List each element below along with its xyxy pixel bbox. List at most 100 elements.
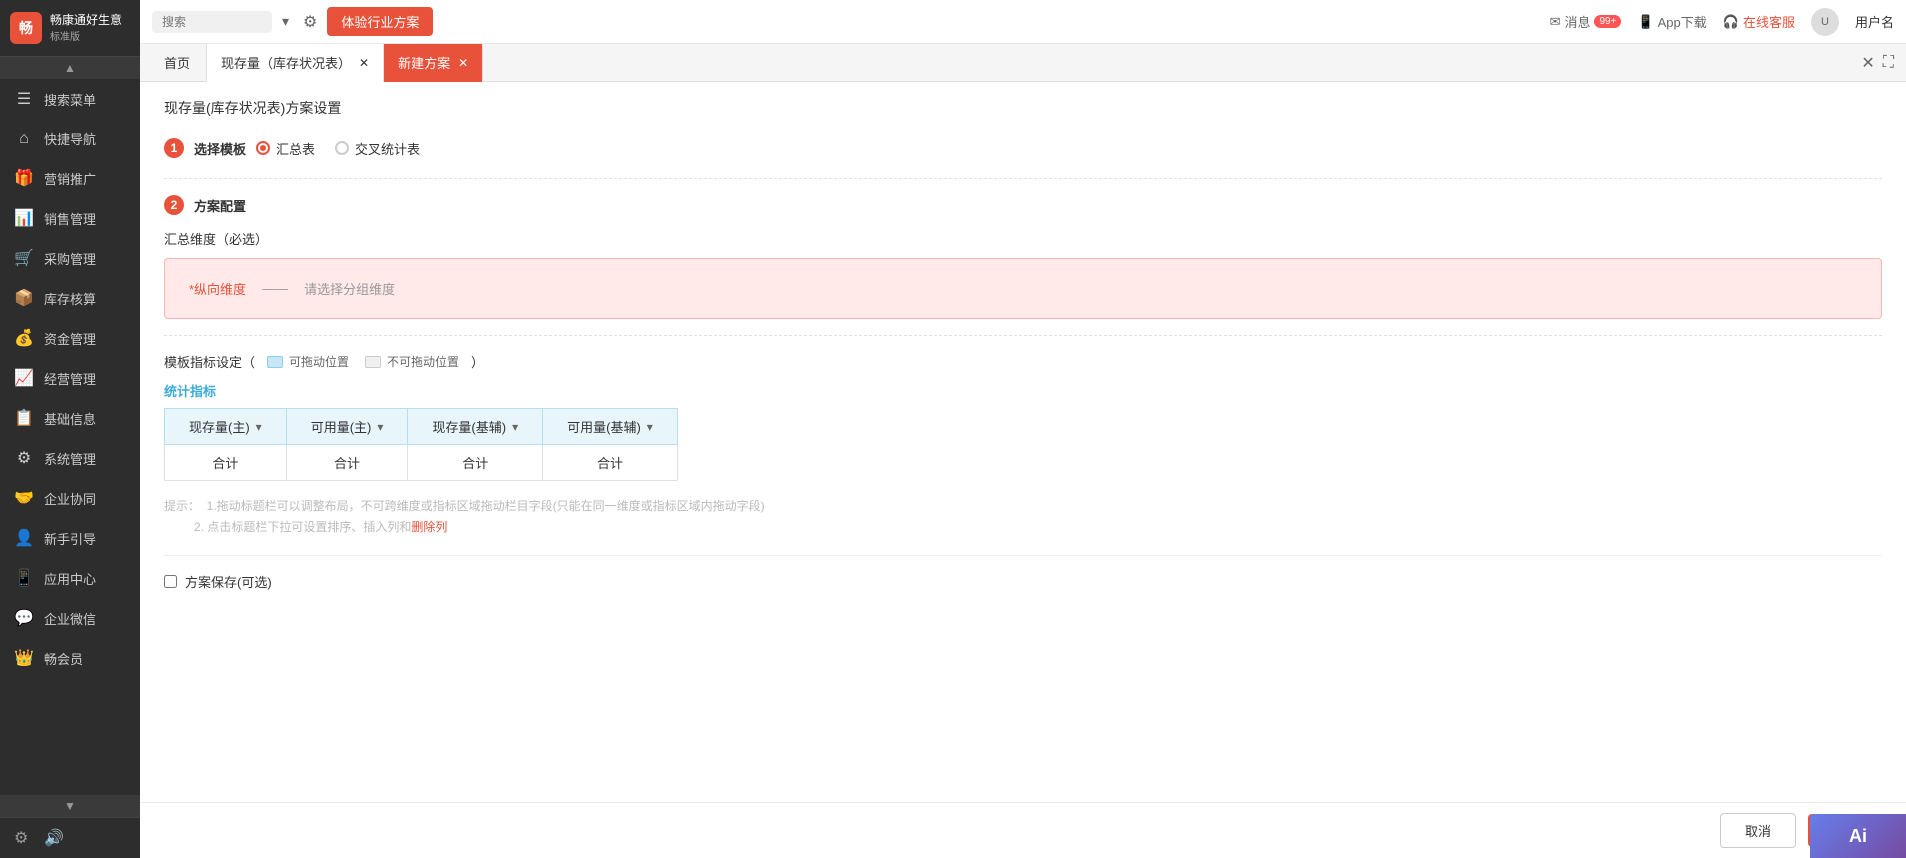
sidebar-scroll-up[interactable]: ▲ <box>0 57 140 79</box>
chevron-1[interactable]: ▾ <box>377 420 383 434</box>
sidebar-logo: 畅 畅康通好生意 标准版 <box>0 0 140 57</box>
sidebar-item-marketing[interactable]: 🎁 营销推广 <box>0 158 140 198</box>
cart-icon: 🛒 <box>14 248 34 268</box>
tab-home[interactable]: 首页 <box>148 44 207 82</box>
tab-expand-button[interactable]: ⛶ <box>1883 54 1894 72</box>
sidebar-scroll-down[interactable]: ▼ <box>0 795 140 817</box>
money-icon: 💰 <box>14 328 34 348</box>
step2-number: 2 <box>164 195 184 215</box>
legend-fixed: 不可拖动位置 <box>365 353 459 370</box>
step1-number: 1 <box>164 138 184 158</box>
avatar-placeholder: U <box>1821 16 1829 28</box>
col-header-2: 现存量(基辅) ▾ <box>408 409 543 445</box>
user-icon: 👤 <box>14 528 34 548</box>
save-checkbox[interactable] <box>164 575 177 588</box>
sidebar-item-corp-coop[interactable]: 🤝 企业协同 <box>0 478 140 518</box>
stats-table-row: 合计 合计 合计 合计 <box>165 445 678 481</box>
tab-close-inventory[interactable]: ✕ <box>359 56 369 70</box>
sidebar: 畅 畅康通好生意 标准版 ▲ ☰ 搜索菜单 ⌂ 快捷导航 🎁 营销推广 📊 销售… <box>0 0 140 858</box>
main-area: ▾ ⚙ 体验行业方案 ✉ 消息 99+ 📱 App下载 🎧 在线客服 U 用户名 <box>140 0 1906 858</box>
radio-circle-summary <box>256 141 270 155</box>
sidebar-item-label: 库存核算 <box>44 289 96 308</box>
ai-fab-button[interactable]: Ai <box>1810 814 1906 858</box>
app-download-button[interactable]: 📱 App下载 <box>1637 12 1706 31</box>
step1-header: 1 选择模板 汇总表 交叉统计表 <box>164 138 1882 158</box>
app-name: 畅康通好生意 <box>50 13 122 29</box>
chart-icon: 📊 <box>14 208 34 228</box>
dimension-label: 汇总维度（必选） <box>164 229 1882 248</box>
col-header-1: 可用量(主) ▾ <box>286 409 408 445</box>
step1-title: 选择模板 <box>194 139 246 158</box>
handshake-icon: 🤝 <box>14 488 34 508</box>
tip-2: 2. 点击标题栏下拉可设置排序、插入列和删除列 <box>164 518 1882 535</box>
sidebar-item-quick-nav[interactable]: ⌂ 快捷导航 <box>0 119 140 158</box>
vertical-dim-label: *纵向维度 <box>189 279 246 298</box>
search-input[interactable] <box>152 11 272 33</box>
settings-icon[interactable]: ⚙ <box>14 828 28 848</box>
sidebar-item-corp-wechat[interactable]: 💬 企业微信 <box>0 598 140 638</box>
stats-cell-3: 合计 <box>543 445 678 481</box>
sidebar-item-label: 基础信息 <box>44 409 96 428</box>
sidebar-item-basic-info[interactable]: 📋 基础信息 <box>0 398 140 438</box>
sidebar-item-label: 快捷导航 <box>44 129 96 148</box>
sidebar-item-label: 系统管理 <box>44 449 96 468</box>
radio-cross[interactable]: 交叉统计表 <box>335 139 420 158</box>
tab-new-scheme[interactable]: 新建方案 ✕ <box>384 44 483 82</box>
stats-cell-0: 合计 <box>165 445 287 481</box>
sound-icon[interactable]: 🔊 <box>44 828 64 848</box>
message-icon: ✉ <box>1550 14 1561 30</box>
sidebar-item-sys-mgmt[interactable]: ⚙ 系统管理 <box>0 438 140 478</box>
stats-cell-1: 合计 <box>286 445 408 481</box>
sidebar-item-vip-member[interactable]: 👑 畅会员 <box>0 638 140 678</box>
logo-icon: 畅 <box>10 12 42 44</box>
tip-highlight: 删除列 <box>411 520 447 534</box>
gear-icon: ⚙ <box>14 448 34 468</box>
topbar-gear-icon[interactable]: ⚙ <box>303 12 317 32</box>
topbar: ▾ ⚙ 体验行业方案 ✉ 消息 99+ 📱 App下载 🎧 在线客服 U 用户名 <box>140 0 1906 44</box>
tab-close-all-button[interactable]: ✕ <box>1861 53 1874 73</box>
col-header-3: 可用量(基辅) ▾ <box>543 409 678 445</box>
online-service-button[interactable]: 🎧 在线客服 <box>1723 12 1795 31</box>
sidebar-item-purchase-mgmt[interactable]: 🛒 采购管理 <box>0 238 140 278</box>
phone-icon: 📱 <box>1637 14 1653 30</box>
sidebar-item-ops-mgmt[interactable]: 📈 经营管理 <box>0 358 140 398</box>
chevron-0[interactable]: ▾ <box>256 420 262 434</box>
sidebar-item-label: 企业协同 <box>44 489 96 508</box>
tabbar: 首页 现存量（库存状况表） ✕ 新建方案 ✕ ✕ ⛶ <box>140 44 1906 82</box>
logo-text-block: 畅康通好生意 标准版 <box>50 13 122 44</box>
sidebar-item-label: 应用中心 <box>44 569 96 588</box>
sidebar-item-sales-mgmt[interactable]: 📊 销售管理 <box>0 198 140 238</box>
sidebar-item-label: 新手引导 <box>44 529 96 548</box>
step2-header: 2 方案配置 <box>164 195 1882 215</box>
chevron-2[interactable]: ▾ <box>512 420 518 434</box>
radio-summary[interactable]: 汇总表 <box>256 139 315 158</box>
dimension-row: *纵向维度 —— 请选择分组维度 <box>189 279 1857 298</box>
topbar-dropdown-btn[interactable]: ▾ <box>282 13 289 30</box>
message-label: 消息 <box>1564 12 1590 31</box>
sidebar-item-search-menu[interactable]: ☰ 搜索菜单 <box>0 79 140 119</box>
template-radio-group: 汇总表 交叉统计表 <box>256 139 420 158</box>
legend-draggable-box <box>267 356 283 368</box>
save-option: 方案保存(可选) <box>164 555 1882 591</box>
ops-icon: 📈 <box>14 368 34 388</box>
sidebar-item-new-guide[interactable]: 👤 新手引导 <box>0 518 140 558</box>
sidebar-item-inventory[interactable]: 📦 库存核算 <box>0 278 140 318</box>
stats-table: 现存量(主) ▾ 可用量(主) ▾ <box>164 408 678 481</box>
tab-close-new-scheme[interactable]: ✕ <box>458 56 468 70</box>
sidebar-nav: ☰ 搜索菜单 ⌂ 快捷导航 🎁 营销推广 📊 销售管理 🛒 采购管理 📦 库存核… <box>0 79 140 795</box>
trial-industry-button[interactable]: 体验行业方案 <box>327 7 433 36</box>
box-icon: 📦 <box>14 288 34 308</box>
message-button[interactable]: ✉ 消息 99+ <box>1550 12 1622 31</box>
sidebar-item-finance-mgmt[interactable]: 💰 资金管理 <box>0 318 140 358</box>
avatar[interactable]: U <box>1811 8 1839 36</box>
step1-section: 1 选择模板 汇总表 交叉统计表 <box>164 138 1882 158</box>
sidebar-item-app-center[interactable]: 📱 应用中心 <box>0 558 140 598</box>
chevron-3[interactable]: ▾ <box>647 420 653 434</box>
sidebar-bottom: ⚙ 🔊 <box>0 817 140 858</box>
radio-dot-summary <box>260 145 266 151</box>
sidebar-item-label: 畅会员 <box>44 649 83 668</box>
chat-icon: 💬 <box>14 608 34 628</box>
tab-inventory-status[interactable]: 现存量（库存状况表） ✕ <box>207 44 384 82</box>
cancel-button[interactable]: 取消 <box>1720 813 1796 848</box>
stats-header: 统计指标 <box>164 381 1882 400</box>
